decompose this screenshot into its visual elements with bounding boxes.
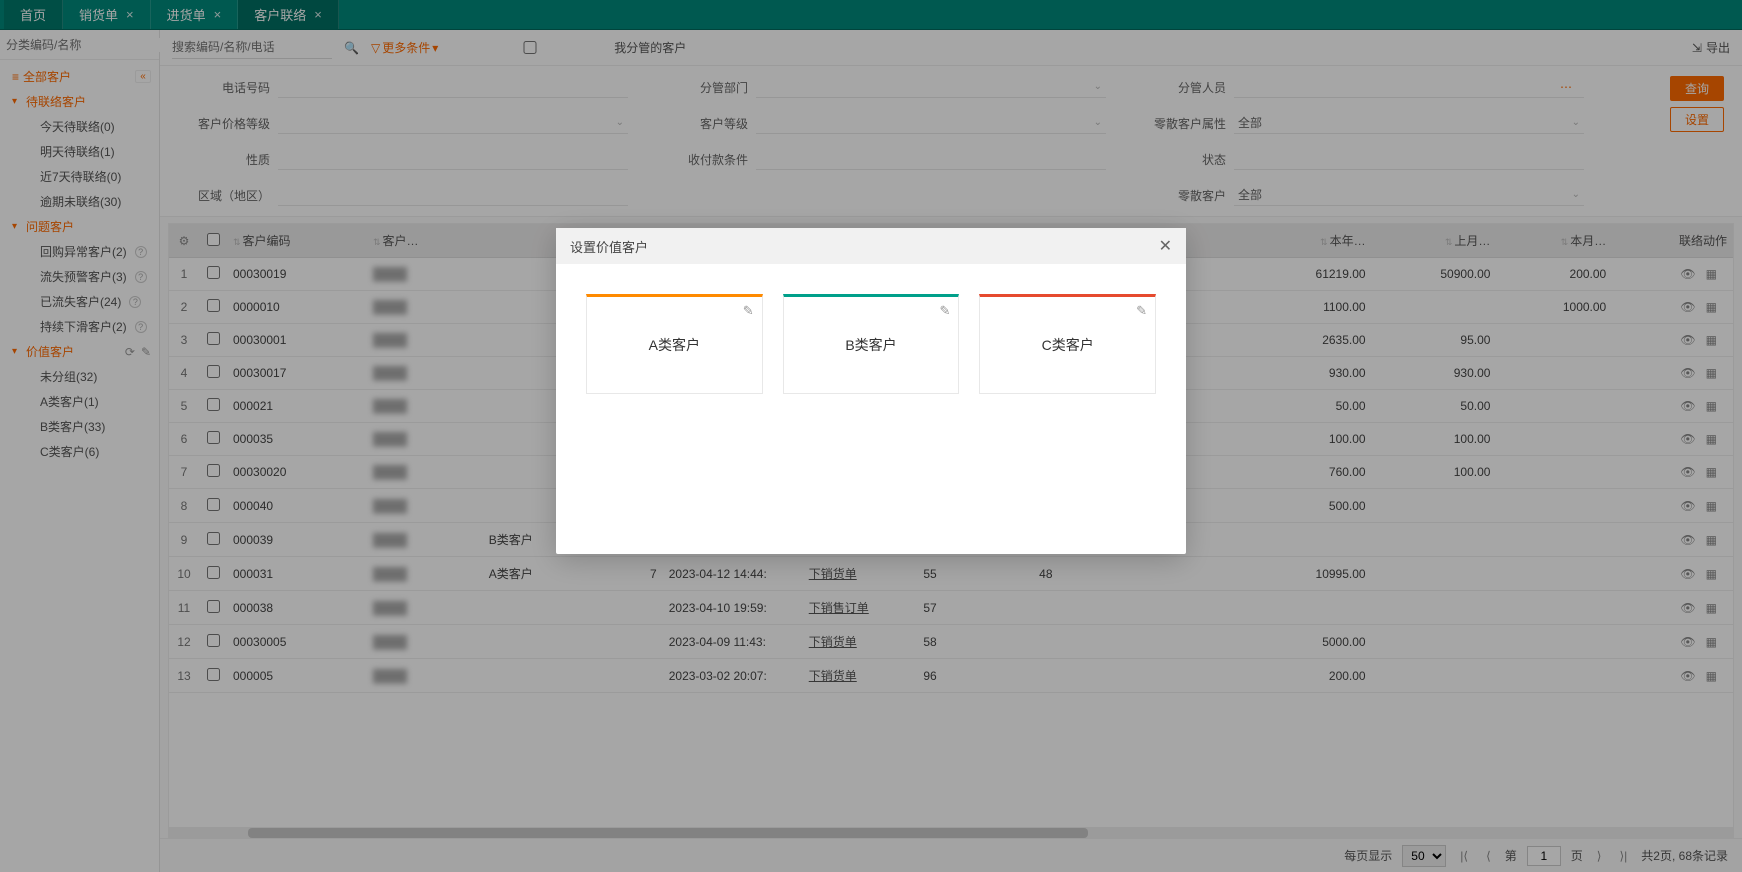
edit-icon[interactable]: ✎ [743, 303, 754, 319]
modal-body: ✎ A类客户 ✎ B类客户 ✎ C类客户 [556, 264, 1186, 554]
edit-icon[interactable]: ✎ [1136, 303, 1147, 319]
modal-header: 设置价值客户 ✕ [556, 228, 1186, 264]
close-icon[interactable]: ✕ [1159, 236, 1172, 256]
card-class-c[interactable]: ✎ C类客户 [979, 294, 1156, 394]
card-class-a[interactable]: ✎ A类客户 [586, 294, 763, 394]
card-class-b[interactable]: ✎ B类客户 [783, 294, 960, 394]
value-customer-modal: 设置价值客户 ✕ ✎ A类客户 ✎ B类客户 ✎ C类客户 [556, 228, 1186, 554]
edit-icon[interactable]: ✎ [939, 303, 950, 319]
modal-mask: 设置价值客户 ✕ ✎ A类客户 ✎ B类客户 ✎ C类客户 [0, 0, 1742, 872]
card-label: A类客户 [649, 335, 700, 355]
card-label: B类客户 [845, 335, 896, 355]
modal-title: 设置价值客户 [570, 237, 648, 256]
card-label: C类客户 [1042, 335, 1094, 355]
